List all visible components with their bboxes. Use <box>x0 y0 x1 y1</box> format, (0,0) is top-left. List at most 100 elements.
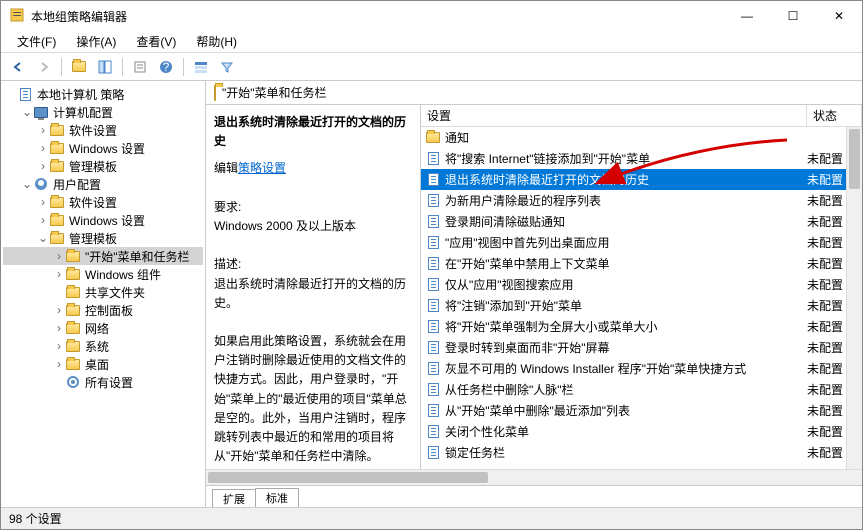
header-path: "开始"菜单和任务栏 <box>222 84 327 101</box>
extended-view-button[interactable] <box>190 56 212 78</box>
menu-file[interactable]: 文件(F) <box>9 31 64 52</box>
titlebar: 本地组策略编辑器 — ☐ ✕ <box>1 1 862 31</box>
header-bar: "开始"菜单和任务栏 <box>206 81 862 105</box>
list-row[interactable]: 将"注销"添加到"开始"菜单未配置 <box>421 295 862 316</box>
menu-help[interactable]: 帮助(H) <box>188 31 245 52</box>
split-view: 退出系统时清除最近打开的文档的历史 编辑策略设置 要求: Windows 200… <box>206 105 862 469</box>
list-row[interactable]: 关闭个性化菜单未配置 <box>421 421 862 442</box>
tree-item[interactable]: ›Windows 组件 <box>3 265 203 283</box>
edit-policy-link[interactable]: 策略设置 <box>238 161 286 175</box>
policy-icon <box>425 299 441 312</box>
expand-icon[interactable]: › <box>37 195 49 209</box>
list-row[interactable]: 为新用户清除最近的程序列表未配置 <box>421 190 862 211</box>
folder-icon <box>49 122 65 138</box>
nav-tree[interactable]: 本地计算机 策略 ⌄计算机配置 ›软件设置 ›Windows 设置 ›管理模板 … <box>1 81 206 507</box>
help-button[interactable]: ? <box>155 56 177 78</box>
list-row[interactable]: 从任务栏中删除"人脉"栏未配置 <box>421 379 862 400</box>
column-state[interactable]: 状态 <box>807 105 862 126</box>
tree-root[interactable]: 本地计算机 策略 <box>3 85 203 103</box>
policy-icon <box>17 86 33 102</box>
tree-computer-config[interactable]: ⌄计算机配置 <box>3 103 203 121</box>
list-row[interactable]: 登录期间清除磁贴通知未配置 <box>421 211 862 232</box>
tree-item[interactable]: ›软件设置 <box>3 193 203 211</box>
folder-icon <box>214 86 216 100</box>
description-text: 退出系统时清除最近打开的文档的历史。 <box>214 275 412 313</box>
tree-label: 系统 <box>85 338 109 355</box>
menu-view[interactable]: 查看(V) <box>128 31 184 52</box>
back-button[interactable] <box>7 56 29 78</box>
scrollbar-thumb[interactable] <box>208 472 488 483</box>
tree-label: 软件设置 <box>69 122 117 139</box>
row-label: 为新用户清除最近的程序列表 <box>445 192 807 209</box>
tree-item[interactable]: ›网络 <box>3 319 203 337</box>
forward-button[interactable] <box>33 56 55 78</box>
close-button[interactable]: ✕ <box>816 1 862 31</box>
list-row[interactable]: 将"开始"菜单强制为全屏大小或菜单大小未配置 <box>421 316 862 337</box>
maximize-button[interactable]: ☐ <box>770 1 816 31</box>
list-row[interactable]: 将"搜索 Internet"链接添加到"开始"菜单未配置 <box>421 148 862 169</box>
properties-button[interactable] <box>129 56 151 78</box>
list-row[interactable]: "应用"视图中首先列出桌面应用未配置 <box>421 232 862 253</box>
tree-item[interactable]: ›Windows 设置 <box>3 211 203 229</box>
list-row[interactable]: 在"开始"菜单中禁用上下文菜单未配置 <box>421 253 862 274</box>
row-label: 在"开始"菜单中禁用上下文菜单 <box>445 255 807 272</box>
list-row[interactable]: 灰显不可用的 Windows Installer 程序"开始"菜单快捷方式未配置 <box>421 358 862 379</box>
expand-icon[interactable]: › <box>37 213 49 227</box>
tree-label: "开始"菜单和任务栏 <box>85 248 190 265</box>
expand-icon[interactable]: › <box>37 123 49 137</box>
details-pane: "开始"菜单和任务栏 退出系统时清除最近打开的文档的历史 编辑策略设置 要求: … <box>206 81 862 507</box>
policy-icon <box>425 383 441 396</box>
expand-icon[interactable]: › <box>53 357 65 371</box>
expand-icon[interactable]: › <box>37 159 49 173</box>
expand-icon[interactable]: ⌄ <box>21 177 33 191</box>
row-label: 登录期间清除磁贴通知 <box>445 213 807 230</box>
expand-icon[interactable]: ⌄ <box>21 105 33 119</box>
policy-icon <box>425 404 441 417</box>
policy-icon <box>425 320 441 333</box>
show-tree-button[interactable] <box>94 56 116 78</box>
filter-button[interactable] <box>216 56 238 78</box>
list-body[interactable]: 通知将"搜索 Internet"链接添加到"开始"菜单未配置退出系统时清除最近打… <box>421 127 862 469</box>
expand-icon[interactable]: › <box>53 267 65 281</box>
menu-action[interactable]: 操作(A) <box>68 31 124 52</box>
tree-item[interactable]: ⌄管理模板 <box>3 229 203 247</box>
tab-standard[interactable]: 标准 <box>255 488 299 507</box>
folder-icon <box>49 194 65 210</box>
policy-icon <box>425 446 441 459</box>
tree-item[interactable]: ›桌面 <box>3 355 203 373</box>
column-setting[interactable]: 设置 <box>421 105 807 126</box>
list-row[interactable]: 登录时转到桌面而非"开始"屏幕未配置 <box>421 337 862 358</box>
tree-user-config[interactable]: ⌄用户配置 <box>3 175 203 193</box>
folder-icon <box>49 140 65 156</box>
tree-item[interactable]: ›Windows 设置 <box>3 139 203 157</box>
tree-item[interactable]: › 系统 <box>3 337 203 355</box>
list-row[interactable]: 锁定任务栏未配置 <box>421 442 862 463</box>
tree-item[interactable]: › 软件设置 <box>3 121 203 139</box>
scrollbar-thumb[interactable] <box>849 129 860 189</box>
policy-icon <box>425 278 441 291</box>
expand-icon[interactable]: › <box>53 249 65 263</box>
expand-icon[interactable]: › <box>53 303 65 317</box>
vertical-scrollbar[interactable] <box>846 127 862 469</box>
horizontal-scrollbar[interactable] <box>206 469 862 485</box>
expand-icon[interactable]: › <box>37 141 49 155</box>
folder-icon <box>65 320 81 336</box>
list-row[interactable]: 退出系统时清除最近打开的文档的历史未配置 <box>421 169 862 190</box>
list-row[interactable]: 仅从"应用"视图搜索应用未配置 <box>421 274 862 295</box>
folder-up-icon <box>72 61 86 72</box>
expand-icon[interactable]: › <box>53 321 65 335</box>
tree-item[interactable]: ›管理模板 <box>3 157 203 175</box>
minimize-button[interactable]: — <box>724 1 770 31</box>
expand-icon[interactable]: › <box>53 339 65 353</box>
expand-icon[interactable]: ⌄ <box>37 231 49 245</box>
tab-extended[interactable]: 扩展 <box>212 489 256 507</box>
list-row[interactable]: 从"开始"菜单中删除"最近添加"列表未配置 <box>421 400 862 421</box>
description-pane: 退出系统时清除最近打开的文档的历史 编辑策略设置 要求: Windows 200… <box>206 105 421 469</box>
folder-icon <box>49 158 65 174</box>
up-button[interactable] <box>68 56 90 78</box>
tree-item[interactable]: 共享文件夹 <box>3 283 203 301</box>
list-row[interactable]: 通知 <box>421 127 862 148</box>
tree-item[interactable]: 所有设置 <box>3 373 203 391</box>
tree-start-taskbar[interactable]: › "开始"菜单和任务栏 <box>3 247 203 265</box>
tree-item[interactable]: ›控制面板 <box>3 301 203 319</box>
